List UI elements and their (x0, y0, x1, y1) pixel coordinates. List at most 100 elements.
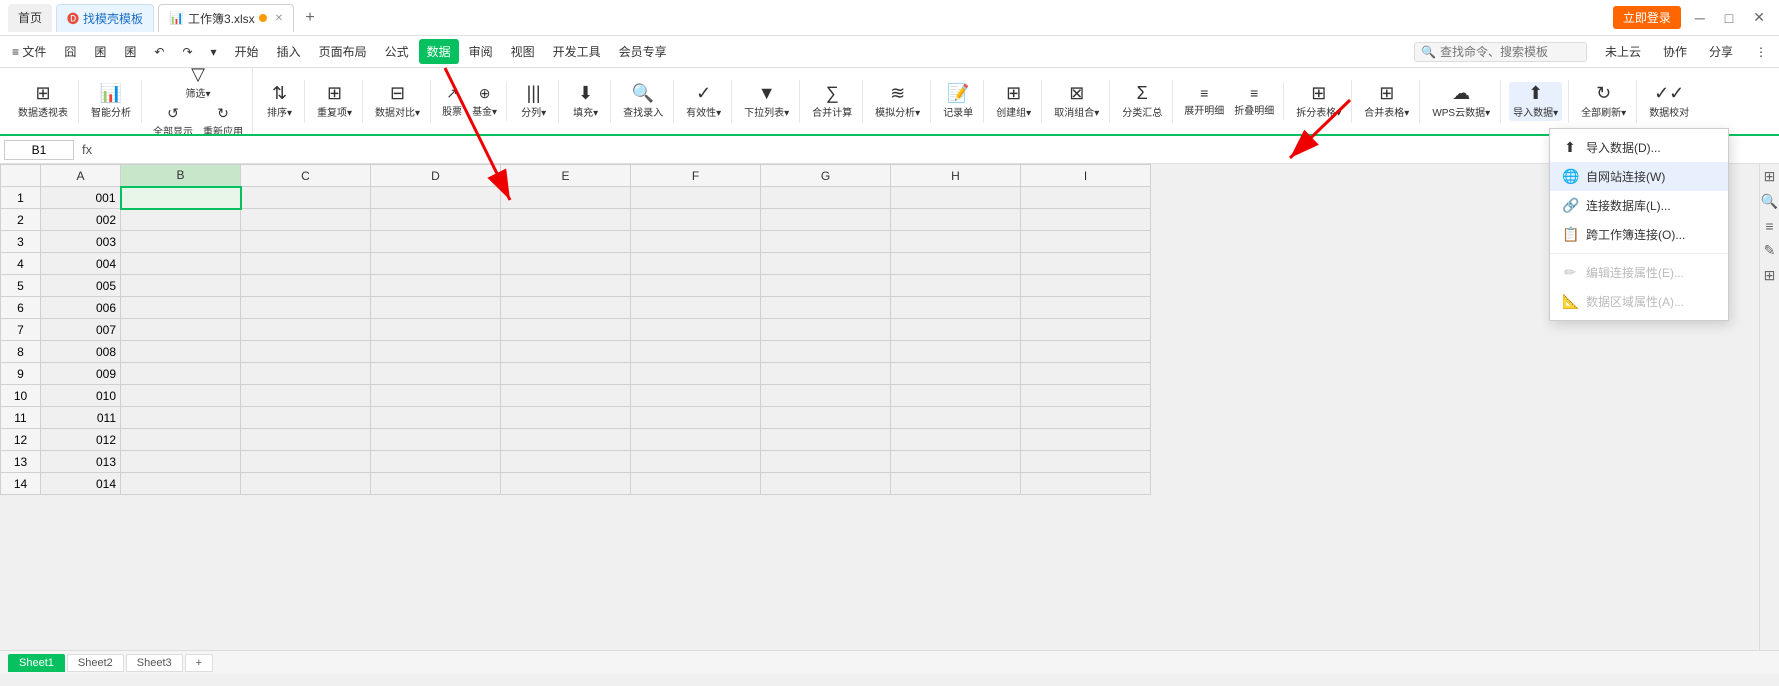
cell-7-G[interactable] (761, 319, 891, 341)
cell-12-I[interactable] (1021, 429, 1151, 451)
row-header[interactable]: 7 (1, 319, 41, 341)
cell-10-C[interactable] (241, 385, 371, 407)
menu-dev[interactable]: 开发工具 (545, 39, 609, 64)
row-header[interactable]: 2 (1, 209, 41, 231)
cell-3-H[interactable] (891, 231, 1021, 253)
sheet-tab-1[interactable]: Sheet1 (8, 654, 65, 672)
collab-btn[interactable]: 协作 (1655, 39, 1695, 64)
col-header-i[interactable]: I (1021, 165, 1151, 187)
cell-1-H[interactable] (891, 187, 1021, 209)
share-btn[interactable]: 分享 (1701, 39, 1741, 64)
cell-5-A[interactable]: 005 (41, 275, 121, 297)
cell-14-F[interactable] (631, 473, 761, 495)
cell-1-G[interactable] (761, 187, 891, 209)
minimize-button[interactable]: ─ (1689, 10, 1711, 26)
col-header-f[interactable]: F (631, 165, 761, 187)
cell-7-F[interactable] (631, 319, 761, 341)
consolidate-button[interactable]: ∑ 合并计算 (808, 82, 856, 121)
cell-14-H[interactable] (891, 473, 1021, 495)
cell-10-E[interactable] (501, 385, 631, 407)
cell-8-A[interactable]: 008 (41, 341, 121, 363)
menu-formula[interactable]: 公式 (377, 39, 417, 64)
cell-2-G[interactable] (761, 209, 891, 231)
more-btn[interactable]: ⋮ (1747, 41, 1775, 63)
cell-1-A[interactable]: 001 (41, 187, 121, 209)
cell-1-F[interactable] (631, 187, 761, 209)
cell-4-I[interactable] (1021, 253, 1151, 275)
cell-1-C[interactable] (241, 187, 371, 209)
fund-button[interactable]: ⊕ 基金▾ (469, 84, 500, 119)
data-check-button[interactable]: ✓✓ 数据校对 (1645, 82, 1693, 121)
cell-11-I[interactable] (1021, 407, 1151, 429)
cell-6-C[interactable] (241, 297, 371, 319)
cell-5-C[interactable] (241, 275, 371, 297)
create-group-button[interactable]: ⊞ 创建组▾ (992, 82, 1035, 121)
cell-6-G[interactable] (761, 297, 891, 319)
cell-8-D[interactable] (371, 341, 501, 363)
cell-5-F[interactable] (631, 275, 761, 297)
cell-12-A[interactable]: 012 (41, 429, 121, 451)
split-table-button[interactable]: ⊞ 拆分表格▾ (1292, 82, 1345, 121)
merge-table-button[interactable]: ⊞ 合并表格▾ (1360, 82, 1413, 121)
cell-12-E[interactable] (501, 429, 631, 451)
collapse-detail-button[interactable]: ≡ 折叠明细 (1231, 84, 1277, 118)
cell-8-I[interactable] (1021, 341, 1151, 363)
cell-14-G[interactable] (761, 473, 891, 495)
cell-10-A[interactable]: 010 (41, 385, 121, 407)
home-tab[interactable]: 首页 (8, 4, 52, 32)
stocks-button[interactable]: ↗ 股票 (439, 84, 465, 119)
col-header-d[interactable]: D (371, 165, 501, 187)
cell-14-D[interactable] (371, 473, 501, 495)
cell-9-G[interactable] (761, 363, 891, 385)
lookup-button[interactable]: 🔍 查找录入 (619, 82, 667, 121)
cell-5-H[interactable] (891, 275, 1021, 297)
col-header-b[interactable]: B (121, 165, 241, 187)
cell-9-F[interactable] (631, 363, 761, 385)
validate-button[interactable]: ✓ 有效性▾ (682, 82, 725, 121)
cell-10-B[interactable] (121, 385, 241, 407)
cell-2-H[interactable] (891, 209, 1021, 231)
file2-close-icon[interactable]: ✕ (275, 13, 283, 24)
row-header[interactable]: 9 (1, 363, 41, 385)
cell-12-G[interactable] (761, 429, 891, 451)
cell-5-E[interactable] (501, 275, 631, 297)
cell-2-E[interactable] (501, 209, 631, 231)
sheet-tab-3[interactable]: Sheet3 (126, 654, 183, 672)
cell-13-I[interactable] (1021, 451, 1151, 473)
cell-14-E[interactable] (501, 473, 631, 495)
cell-11-A[interactable]: 011 (41, 407, 121, 429)
add-tab-button[interactable]: + (298, 6, 322, 30)
row-header[interactable]: 3 (1, 231, 41, 253)
import-data-item[interactable]: ⬆ 导入数据(D)... (1550, 133, 1728, 162)
cell-11-B[interactable] (121, 407, 241, 429)
row-header[interactable]: 1 (1, 187, 41, 209)
cell-10-G[interactable] (761, 385, 891, 407)
cell-1-D[interactable] (371, 187, 501, 209)
cell-13-G[interactable] (761, 451, 891, 473)
cell-5-I[interactable] (1021, 275, 1151, 297)
compare-button[interactable]: ⊟ 数据对比▾ (371, 82, 424, 121)
menu-icon2[interactable]: 囷 (86, 39, 114, 64)
row-header[interactable]: 13 (1, 451, 41, 473)
cancel-group-button[interactable]: ⊠ 取消组合▾ (1050, 82, 1103, 121)
menu-vip[interactable]: 会员专享 (611, 39, 675, 64)
cell-8-G[interactable] (761, 341, 891, 363)
menu-undo[interactable]: ↶ (146, 41, 172, 63)
cell-3-C[interactable] (241, 231, 371, 253)
menu-insert[interactable]: 插入 (269, 39, 309, 64)
menu-icon1[interactable]: 囧 (56, 39, 84, 64)
cell-11-F[interactable] (631, 407, 761, 429)
filter-button[interactable]: ▽ 筛选▾ (181, 68, 214, 102)
cell-12-H[interactable] (891, 429, 1021, 451)
cell-1-E[interactable] (501, 187, 631, 209)
cell-2-A[interactable]: 002 (41, 209, 121, 231)
sidebar-icon-1[interactable]: ⊞ (1764, 168, 1776, 185)
cell-11-D[interactable] (371, 407, 501, 429)
cross-workbook-item[interactable]: 📋 跨工作簿连接(O)... (1550, 220, 1728, 249)
web-connect-item[interactable]: 🌐 自网站连接(W) (1550, 162, 1728, 191)
cell-9-E[interactable] (501, 363, 631, 385)
cell-14-C[interactable] (241, 473, 371, 495)
cell-6-E[interactable] (501, 297, 631, 319)
cell-11-C[interactable] (241, 407, 371, 429)
cell-8-B[interactable] (121, 341, 241, 363)
